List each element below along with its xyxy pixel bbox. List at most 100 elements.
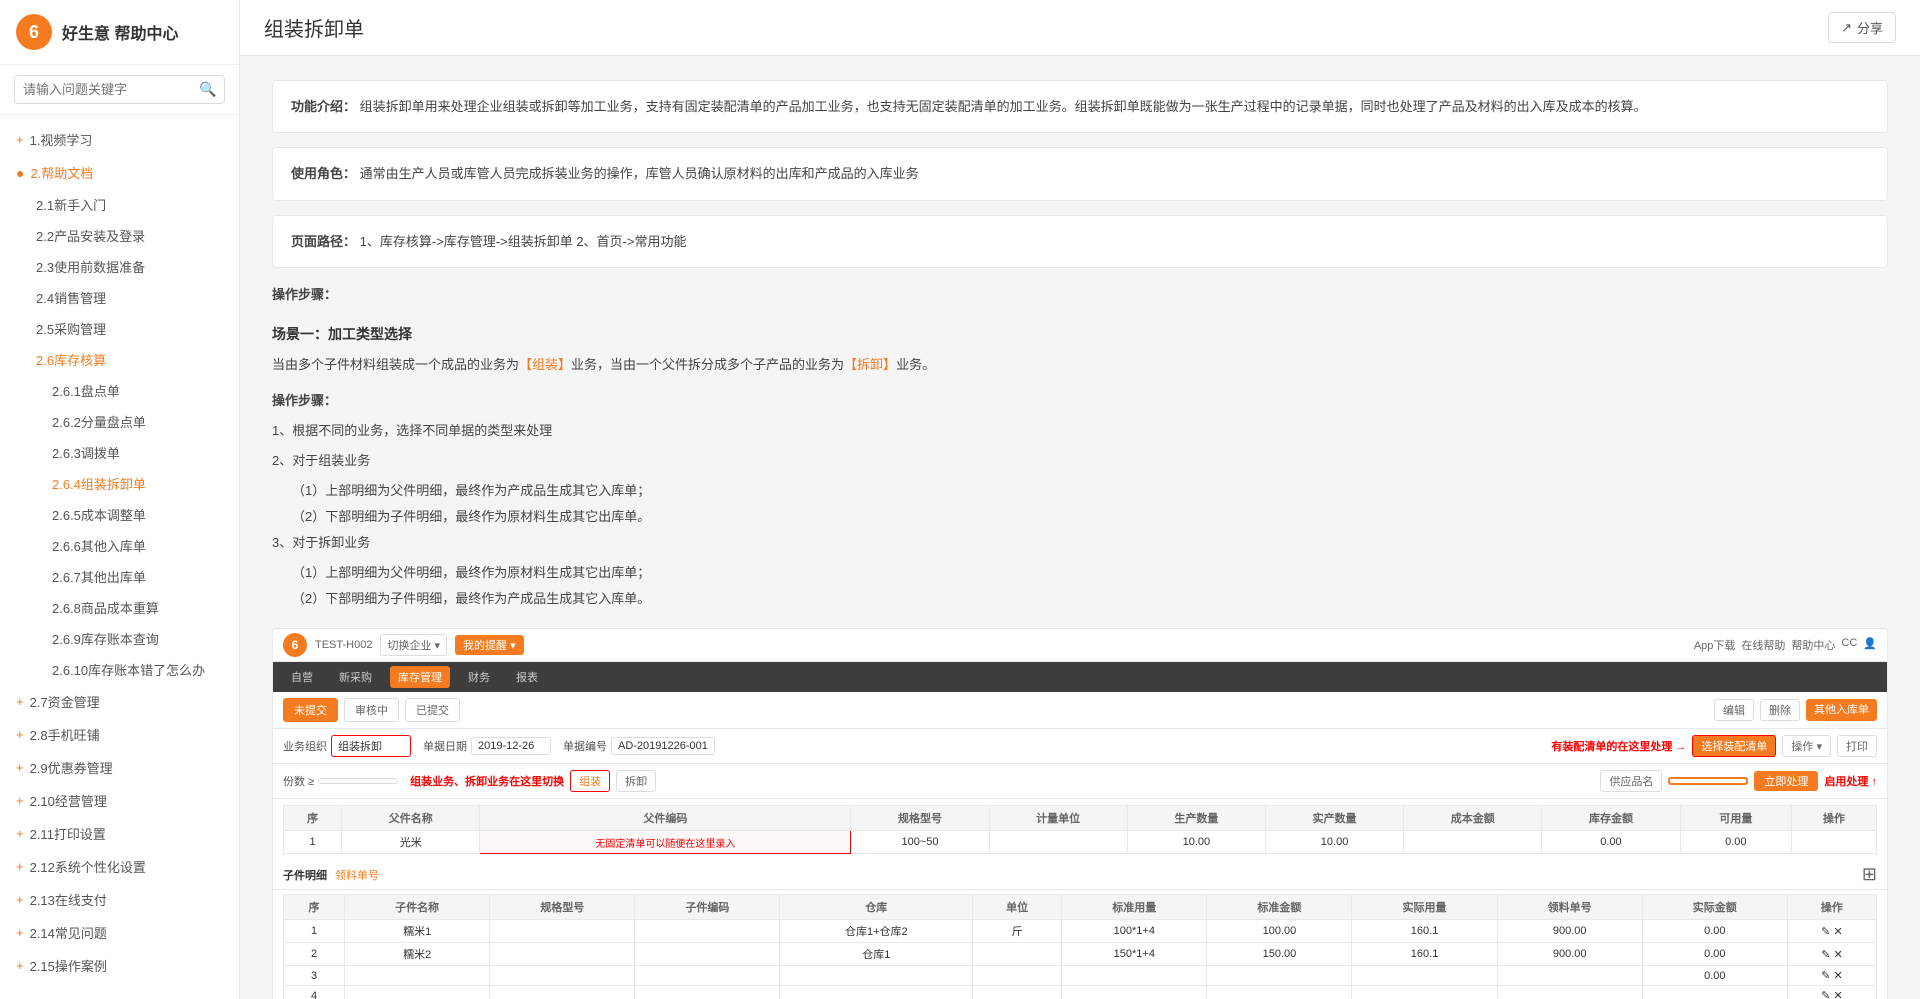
sidebar-item-docs[interactable]: ● 2.帮助文档 (0, 156, 239, 189)
mock-table2-body: 序 子件名称 规格型号 子件编码 仓库 单位 标准用量 标准金额 实际用量 领料… (273, 890, 1887, 999)
mock-field-count: 份数 ≥ (283, 773, 398, 789)
th-op: 操作 (1792, 806, 1877, 831)
path-block: 页面路径： 1、库存核算->库存管理->组装拆卸单 2、首页->常用功能 (272, 215, 1888, 268)
sidebar-item-2-1[interactable]: 2.1新手入门 (0, 189, 239, 220)
th-stock-amt: 库存金额 (1542, 806, 1680, 831)
sidebar-item-2-6-5[interactable]: 2.6.5成本调整单 (0, 499, 239, 530)
role-text: 通常由生产人员或库管人员完成拆装业务的操作，库管人员确认原材料的出库和产成品的入… (360, 166, 919, 181)
sidebar-item-2-4[interactable]: 2.4销售管理 (0, 282, 239, 313)
th-spec: 规格型号 (851, 806, 989, 831)
plus-icon: + (16, 892, 24, 907)
mock-tab-1: 审核中 (344, 698, 399, 722)
mock-nav-item-4: 报表 (508, 666, 546, 688)
mock-form-area: 业务组织 组装拆卸 单据日期 2019-12-26 单据编号 AD-201912… (273, 729, 1887, 799)
table-row: 4✎ ✕ (284, 986, 1877, 999)
step2: 2、对于组装业务 (272, 448, 1888, 474)
sidebar-item-2-6-4[interactable]: 2.6.4组装拆卸单 (0, 468, 239, 499)
th-seq: 序 (284, 806, 342, 831)
sidebar-item-2-8[interactable]: + 2.8手机旺铺 (0, 718, 239, 751)
logo-area: 6 好生意 帮助中心 (0, 0, 239, 65)
mock-table1: 序 父件名称 父件编码 规格型号 计量单位 生产数量 实产数量 成本金额 库存金… (283, 805, 1877, 854)
screenshot-wrapper: 6 TEST-H002 切换企业 ▾ 我的提醒 ▾ App下载 在线帮助 帮助中… (272, 628, 1888, 999)
mock-nav-item-0: 自营 (283, 666, 321, 688)
mock-disassemble-tab: 拆卸 (616, 770, 656, 792)
sidebar-item-2-3[interactable]: 2.3使用前数据准备 (0, 251, 239, 282)
mock-confirm-btn: 立即处理 (1754, 771, 1818, 791)
main-content: 组装拆卸单 ↗ 分享 功能介绍： 组装拆卸单用来处理企业组装或拆卸等加工业务，支… (240, 0, 1920, 999)
sidebar-item-2-9[interactable]: + 2.9优惠券管理 (0, 751, 239, 784)
plus-icon: + (16, 958, 24, 973)
th-actual-qty: 实产数量 (1265, 806, 1403, 831)
th-available: 可用量 (1680, 806, 1792, 831)
plus-icon: + (16, 925, 24, 940)
table-row: 1 糯米1 仓库1+仓库2 斤 100*1+4 100.00 160.1 900… (284, 920, 1877, 943)
plus-icon: + (16, 826, 24, 841)
mock-icon-user: 👤 (1863, 637, 1877, 653)
nav-tree: + 1.视频学习 ● 2.帮助文档 2.1新手入门 2.2产品安装及登录 2.3… (0, 115, 239, 999)
mock-supplier-input (1668, 777, 1748, 785)
mock-icons: App下载 在线帮助 帮助中心 CC 👤 (1694, 637, 1877, 653)
step1: 1、根据不同的业务，选择不同单据的类型来处理 (272, 418, 1888, 444)
path-text: 1、库存核算->库存管理->组装拆卸单 2、首页->常用功能 (360, 234, 687, 249)
mock-submit-btn: 其他入库单 (1806, 699, 1877, 721)
intro-block: 功能介绍： 组装拆卸单用来处理企业组装或拆卸等加工业务，支持有固定装配清单的产品… (272, 80, 1888, 133)
role-block: 使用角色： 通常由生产人员或库管人员完成拆装业务的操作，库管人员确认原材料的出库… (272, 147, 1888, 200)
mock-new-btn: 我的提醒 ▾ (455, 635, 524, 655)
step3b: （2）下部明细为子件明细，最终作为产成品生成其它入库单。 (292, 586, 1888, 612)
table-row: 2 糯米2 仓库1 150*1+4 150.00 160.1 900.00 (284, 943, 1877, 966)
mock-type-selector: 组装业务、拆卸业务在这里切换 组装 拆卸 (410, 770, 656, 792)
mock-icon-cc: CC (1841, 637, 1857, 653)
sidebar-item-2-7[interactable]: + 2.7资金管理 (0, 685, 239, 718)
sidebar-item-label: 2.帮助文档 (30, 163, 93, 182)
sidebar-item-2-6-2[interactable]: 2.6.2分量盘点单 (0, 406, 239, 437)
sidebar-item-2-15[interactable]: + 2.15操作案例 (0, 949, 239, 982)
sidebar-item-videos[interactable]: + 1.视频学习 (0, 123, 239, 156)
plus-icon: + (16, 132, 24, 147)
mock-expand-icon: ⊞ (1862, 864, 1877, 885)
mock-print-btn: 打印 (1837, 735, 1877, 757)
sidebar-item-2-13[interactable]: + 2.13在线支付 (0, 883, 239, 916)
sidebar-item-2-6[interactable]: 2.6库存核算 (0, 344, 239, 375)
mock-table1-body: 序 父件名称 父件编码 规格型号 计量单位 生产数量 实产数量 成本金额 库存金… (273, 799, 1887, 860)
mock-form-row: 业务组织 组装拆卸 单据日期 2019-12-26 单据编号 AD-201912… (273, 729, 1887, 764)
mock-screen: 6 TEST-H002 切换企业 ▾ 我的提醒 ▾ App下载 在线帮助 帮助中… (273, 629, 1887, 999)
sidebar-item-2-10[interactable]: + 2.10经营管理 (0, 784, 239, 817)
step3a: （1）上部明细为父件明细，最终作为原材料生成其它出库单； (292, 560, 1888, 586)
steps-section: 操作步骤： 场景一：加工类型选择 当由多个子件材料组装成一个成品的业务为【组装】… (272, 282, 1888, 612)
plus-icon: + (16, 859, 24, 874)
logo-text: 好生意 帮助中心 (62, 20, 178, 44)
page-title: 组装拆卸单 (264, 13, 364, 42)
mock-right-btns: 有装配清单的在这里处理 → 选择装配清单 操作 ▾ 打印 (1551, 735, 1877, 757)
share-button[interactable]: ↗ 分享 (1828, 12, 1896, 43)
search-icon[interactable]: 🔍 (199, 81, 216, 98)
steps-intro: 操作步骤： (272, 388, 1888, 414)
mock-nav: 自营 新采购 库存管理 财务 报表 (273, 662, 1887, 692)
scenario1-desc: 当由多个子件材料组装成一个成品的业务为【组装】业务，当由一个父件拆分成多个子产品… (272, 352, 1888, 378)
sidebar-item-2-6-6[interactable]: 2.6.6其他入库单 (0, 530, 239, 561)
sidebar-item-label: 1.视频学习 (30, 130, 93, 149)
role-label: 使用角色： (291, 166, 356, 181)
search-box[interactable]: 🔍 (14, 75, 225, 104)
sidebar-item-2-12[interactable]: + 2.12系统个性化设置 (0, 850, 239, 883)
logo-icon: 6 (16, 14, 52, 50)
mock-icon-helpcenter: 帮助中心 (1791, 637, 1835, 653)
th-parent-name: 父件名称 (342, 806, 480, 831)
sidebar-item-2-11[interactable]: + 2.11打印设置 (0, 817, 239, 850)
sidebar-item-2-2[interactable]: 2.2产品安装及登录 (0, 220, 239, 251)
sidebar-item-2-14[interactable]: + 2.14常见问题 (0, 916, 239, 949)
minus-icon: ● (16, 165, 24, 181)
sidebar-item-2-6-1[interactable]: 2.6.1盘点单 (0, 375, 239, 406)
scenario1-title: 场景一：加工类型选择 (272, 324, 1888, 344)
sidebar-item-2-6-8[interactable]: 2.6.8商品成本重算 (0, 592, 239, 623)
table-row: 1 光米 无固定清单可以随便在这里录入 100~50 10.00 10.00 (284, 831, 1877, 854)
annotation-1: 有装配清单的在这里处理 → (1551, 738, 1686, 754)
mock-count-input (318, 778, 398, 784)
sidebar-item-2-6-10[interactable]: 2.6.10库存账本错了怎么办 (0, 654, 239, 685)
mock-field-billno: 单据编号 AD-20191226-001 (563, 737, 715, 755)
sidebar-item-2-6-7[interactable]: 2.6.7其他出库单 (0, 561, 239, 592)
sidebar-item-2-6-9[interactable]: 2.6.9库存账本查询 (0, 623, 239, 654)
search-input[interactable] (23, 82, 199, 97)
sidebar-item-2-5[interactable]: 2.5采购管理 (0, 313, 239, 344)
sidebar-item-2-6-3[interactable]: 2.6.3调拨单 (0, 437, 239, 468)
intro-text: 组装拆卸单用来处理企业组装或拆卸等加工业务，支持有固定装配清单的产品加工业务，也… (360, 99, 1647, 114)
